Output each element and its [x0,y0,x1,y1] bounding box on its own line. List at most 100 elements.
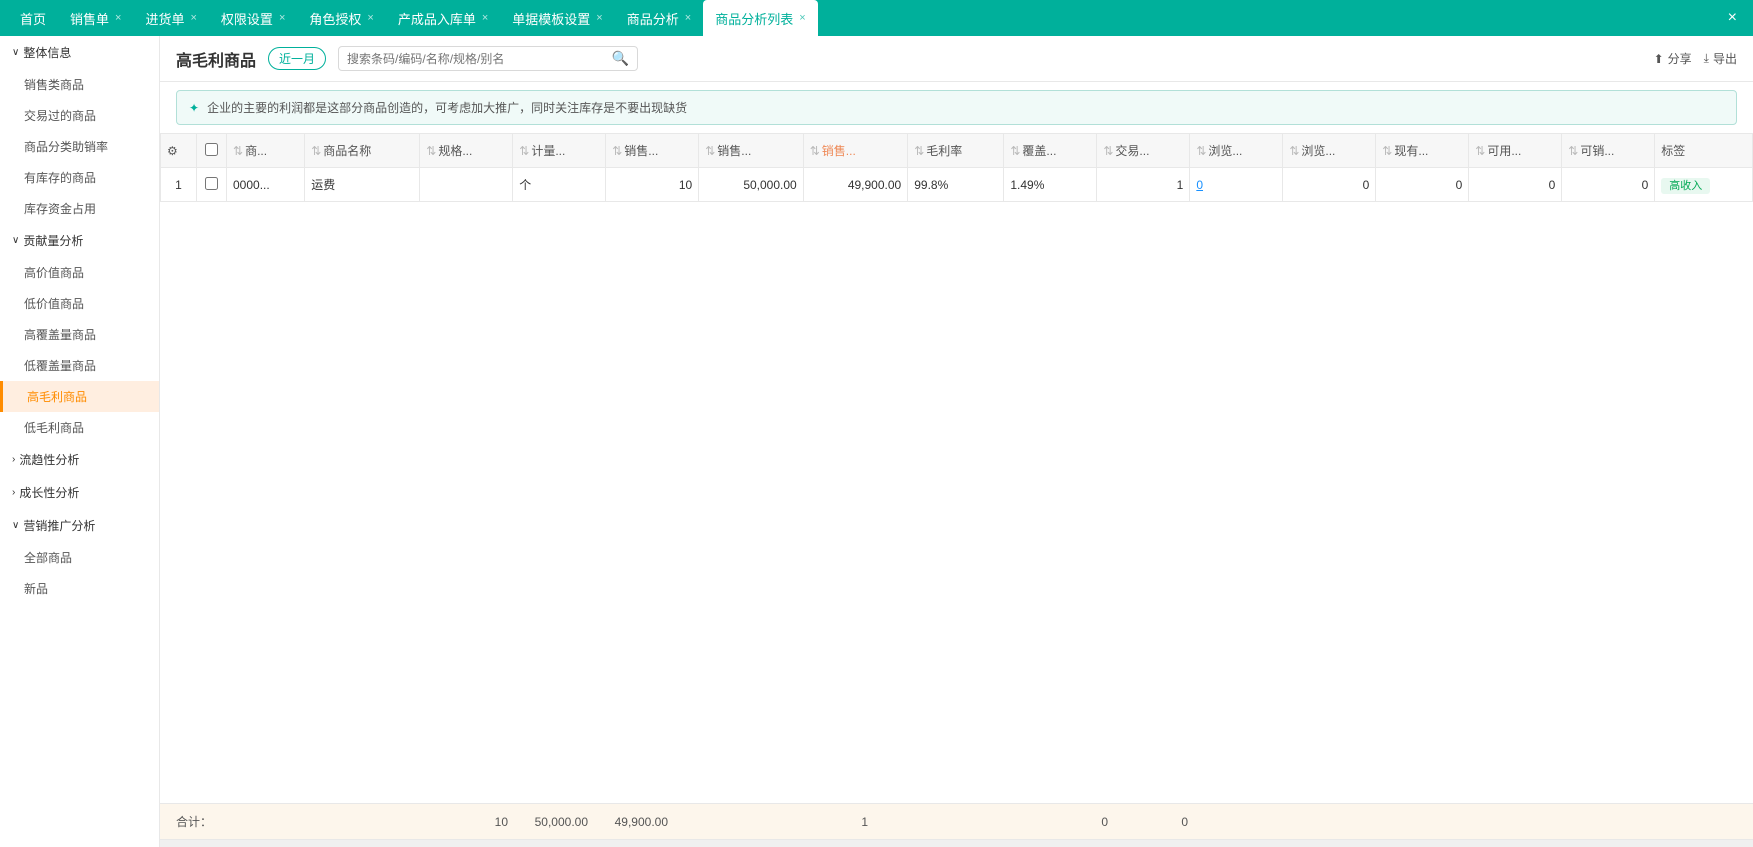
tab-product-inbound[interactable]: 产成品入库单 × [386,0,500,36]
sidebar-group-overall[interactable]: ∨ 整体信息 [0,36,159,69]
sidebar-item-sales-goods[interactable]: 销售类商品 [0,69,159,100]
export-icon: ⤓ [1704,51,1709,66]
export-button[interactable]: ⤓ 导出 [1704,50,1737,67]
footer-total: 合计： 10 50,000.00 49,900.00 1 0 0 [160,803,1753,839]
sidebar-item-low-margin[interactable]: 低毛利商品 [0,412,159,443]
sidebar: 《 ∨ 整体信息 销售类商品 交易过的商品 商品分类助销率 有库存的商品 库存资… [0,36,160,847]
row-num: 1 [161,168,197,202]
sort-icon-11[interactable]: ⇅ [1196,144,1206,158]
info-banner: ✦ 企业的主要的利润都是这部分商品创造的，可考虑加大推广，同时关注库存是不要出现… [176,90,1737,125]
sidebar-item-high-coverage[interactable]: 高覆盖量商品 [0,319,159,350]
row-unit: 个 [513,168,606,202]
sort-icon-12[interactable]: ⇅ [1289,144,1299,158]
row-spec [420,168,513,202]
sidebar-item-category-rate[interactable]: 商品分类助销率 [0,131,159,162]
tab-role-close[interactable]: × [367,12,373,24]
sort-icon-10[interactable]: ⇅ [1103,144,1113,158]
sort-icon-7[interactable]: ⇅ [810,144,820,158]
sidebar-group-contribution[interactable]: ∨ 贡献量分析 [0,224,159,257]
search-input[interactable] [347,52,612,66]
tab-sales[interactable]: 销售单 × [58,0,133,36]
col-checkbox[interactable] [197,134,227,168]
sort-icon-6[interactable]: ⇅ [705,144,715,158]
tab-permission-close[interactable]: × [279,12,285,24]
header-actions: ⬆ 分享 ⤓ 导出 [1654,50,1737,67]
sidebar-group-growth[interactable]: › 成长性分析 [0,476,159,509]
footer-transaction: 1 [796,815,876,829]
row-transaction: 1 [1097,168,1190,202]
row-gross-margin: 99.8% [908,168,1004,202]
col-settings[interactable]: ⚙ [161,134,197,168]
sort-icon-3[interactable]: ⇅ [426,144,436,158]
search-icon[interactable]: 🔍 [612,50,629,67]
sidebar-item-all-goods[interactable]: 全部商品 [0,542,159,573]
sidebar-group-marketing[interactable]: ∨ 营销推广分析 [0,509,159,542]
sidebar-item-in-stock[interactable]: 有库存的商品 [0,162,159,193]
tab-role[interactable]: 角色授权 × [297,0,385,36]
table-header-row: ⚙ ⇅商... ⇅商品名称 ⇅规格... [161,134,1753,168]
tab-template[interactable]: 单据模板设置 × [500,0,614,36]
sort-icon-8[interactable]: ⇅ [914,144,924,158]
sort-icon-5[interactable]: ⇅ [612,144,622,158]
sidebar-item-traded-goods[interactable]: 交易过的商品 [0,100,159,131]
col-browse2: ⇅浏览... [1283,134,1376,168]
share-icon: ⬆ [1654,52,1664,66]
sort-icon-2[interactable]: ⇅ [311,144,321,158]
row-select-checkbox[interactable] [205,177,218,190]
tab-purchase-close[interactable]: × [190,12,196,24]
sidebar-collapse-button[interactable]: 《 [159,422,160,462]
product-table: ⚙ ⇅商... ⇅商品名称 ⇅规格... [160,133,1753,202]
tab-home[interactable]: 首页 [8,0,58,36]
row-tag: 高收入 [1655,168,1753,202]
sidebar-item-new-goods[interactable]: 新品 [0,573,159,604]
tab-purchase[interactable]: 进货单 × [133,0,208,36]
tab-permission[interactable]: 权限设置 × [209,0,297,36]
footer-values: 10 50,000.00 49,900.00 1 0 0 [236,815,1737,829]
sort-icon-4[interactable]: ⇅ [519,144,529,158]
row-browse1[interactable]: 0 [1190,168,1283,202]
sort-icon-13[interactable]: ⇅ [1382,144,1392,158]
footer-spacer [676,815,796,829]
sort-icon-9[interactable]: ⇅ [1010,144,1020,158]
footer-label: 合计： [176,813,236,830]
share-button[interactable]: ⬆ 分享 [1654,50,1692,67]
col-current-stock: ⇅现有... [1376,134,1469,168]
main-layout: 《 ∨ 整体信息 销售类商品 交易过的商品 商品分类助销率 有库存的商品 库存资… [0,36,1753,847]
sort-icon-14[interactable]: ⇅ [1475,144,1485,158]
col-transaction: ⇅交易... [1097,134,1190,168]
tab-sales-close[interactable]: × [115,12,121,24]
period-button[interactable]: 近一月 [268,47,326,70]
search-box: 🔍 [338,46,638,71]
col-sales-qty: ⇅销售... [606,134,699,168]
col-tag: 标签 [1655,134,1753,168]
table-container: ⚙ ⇅商... ⇅商品名称 ⇅规格... [160,133,1753,803]
select-all-checkbox[interactable] [205,143,218,156]
col-gross-margin: ⇅毛利率 [908,134,1004,168]
row-checkbox[interactable] [197,168,227,202]
footer-current-stock: 0 [1036,815,1116,829]
col-coverage: ⇅覆盖... [1004,134,1097,168]
tab-product-analysis-list-close[interactable]: × [799,12,805,24]
sidebar-item-stock-capital[interactable]: 库存资金占用 [0,193,159,224]
sort-icon[interactable]: ⇅ [233,144,243,158]
tab-product-analysis[interactable]: 商品分析 × [615,0,703,36]
arrow-down-icon-2: ∨ [12,235,19,246]
arrow-right-icon-2: › [12,487,15,498]
sidebar-group-trend[interactable]: › 流趋性分析 [0,443,159,476]
sidebar-item-high-value[interactable]: 高价值商品 [0,257,159,288]
col-spec: ⇅规格... [420,134,513,168]
arrow-down-icon: ∨ [12,47,19,58]
footer-sales-profit: 49,900.00 [596,815,676,829]
sidebar-item-high-margin[interactable]: 高毛利商品 [0,381,159,412]
tab-product-analysis-close[interactable]: × [685,12,691,24]
tab-product-analysis-list[interactable]: 商品分析列表 × [703,0,817,36]
col-name: ⇅商品名称 [305,134,420,168]
sort-icon-15[interactable]: ⇅ [1568,144,1578,158]
tab-product-inbound-close[interactable]: × [482,12,488,24]
col-browse1: ⇅浏览... [1190,134,1283,168]
sidebar-item-low-value[interactable]: 低价值商品 [0,288,159,319]
sidebar-item-low-coverage[interactable]: 低覆盖量商品 [0,350,159,381]
tab-template-close[interactable]: × [596,12,602,24]
close-all-tabs-button[interactable]: × [1720,9,1745,27]
bottom-scrollbar[interactable] [160,839,1753,847]
